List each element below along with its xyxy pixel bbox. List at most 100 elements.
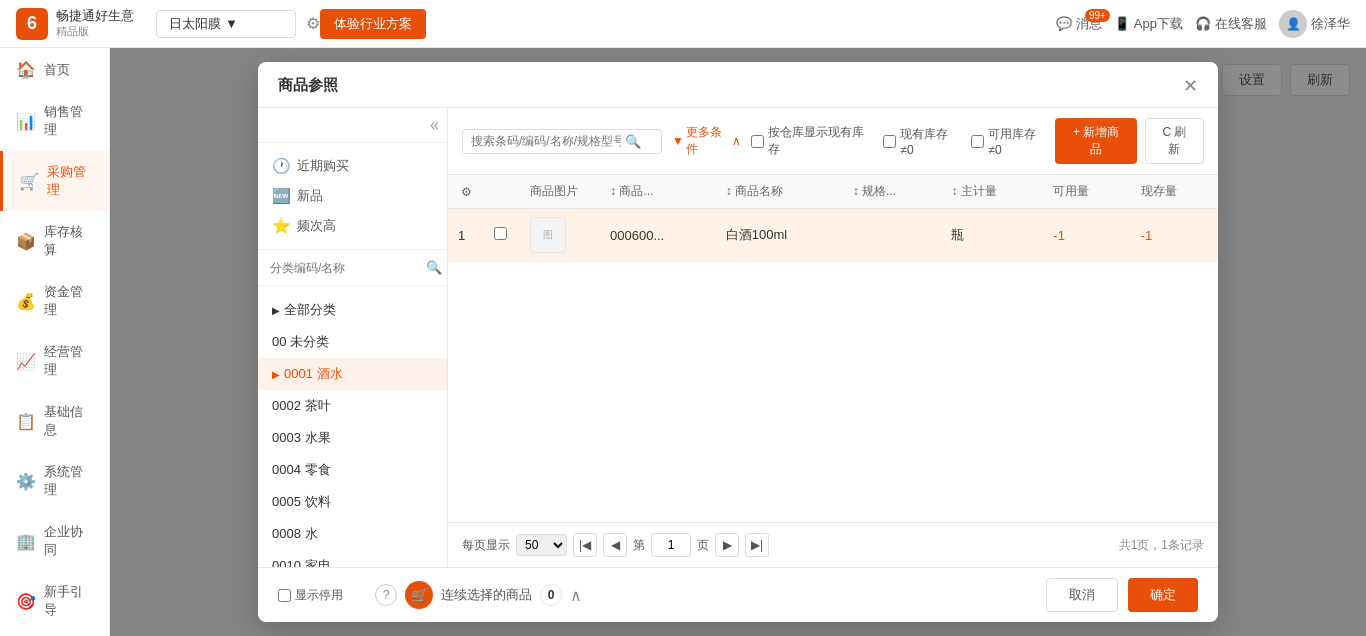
sidebar-item-basic[interactable]: 📋 基础信息 [0,391,109,451]
sidebar-item-operation[interactable]: 📈 经营管理 [0,331,109,391]
sidebar-item-purchase[interactable]: 🛒 采购管理 [0,151,109,211]
last-page-button[interactable]: ▶| [745,533,769,557]
warehouse-stock-check[interactable] [751,135,764,148]
filter-actions: + 新增商品 C 刷新 [1055,118,1204,164]
header-actions: 💬 消息 99+ 📱 App下载 🎧 在线客服 👤 徐泽华 [1056,10,1350,38]
table-body: 1 图 000600... 白酒100ml [448,209,1218,262]
cat-0008-label: 0008 水 [272,525,318,543]
sidebar-item-apps[interactable]: 📱 应用中心 [0,631,109,636]
sidebar-item-finance[interactable]: 💰 资金管理 [0,271,109,331]
sidebar-label-home: 首页 [44,61,70,79]
recent-purchase-filter[interactable]: 🕐 近期购买 [258,151,447,181]
th-image: 商品图片 [520,175,600,209]
available-stock-checkbox[interactable]: 可用库存≠0 [971,126,1045,157]
th-unit[interactable]: ↕ 主计量 [941,175,1043,209]
user-item[interactable]: 👤 徐泽华 [1279,10,1350,38]
filter-more-btn[interactable]: ▼ 更多条件 ∧ [672,124,741,158]
show-disabled-check[interactable] [278,589,291,602]
category-item-0005[interactable]: 0005 饮料 [258,486,447,518]
modal-body: « 🕐 近期购买 🆕 新品 ⭐ 频次高 [258,108,1218,567]
product-search-wrap: 🔍 [462,129,662,154]
collapse-button[interactable]: « [258,108,447,143]
page-size-label: 每页显示 [462,537,510,554]
th-check [484,175,520,209]
add-product-button[interactable]: + 新增商品 [1055,118,1137,164]
th-name[interactable]: ↕ 商品名称 [716,175,843,209]
gear-icon[interactable]: ⚙ [306,14,320,33]
sales-icon: 📊 [16,112,36,131]
message-icon-item[interactable]: 💬 消息 99+ [1056,15,1102,33]
sidebar-item-sales[interactable]: 📊 销售管理 [0,91,109,151]
table-row[interactable]: 1 图 000600... 白酒100ml [448,209,1218,262]
modal-overlay: 商品参照 ✕ « 🕐 近期购买 🆕 新品 [110,48,1366,636]
help-icon[interactable]: ? [375,584,397,606]
row-checkbox[interactable] [494,227,507,240]
page-unit: 页 [697,537,709,554]
first-page-button[interactable]: |◀ [573,533,597,557]
category-search-input[interactable] [270,261,420,275]
cat-0004-label: 0004 零食 [272,461,331,479]
sidebar-item-enterprise[interactable]: 🏢 企业协同 [0,511,109,571]
sidebar-item-inventory[interactable]: 📦 库存核算 [0,211,109,271]
category-item-00[interactable]: 00 未分类 [258,326,447,358]
show-disabled-label[interactable]: 显示停用 [278,587,343,604]
store-selector[interactable]: 日太阳膜 ▼ [156,10,296,38]
sidebar-label-inventory: 库存核算 [44,223,93,259]
cart-icon[interactable]: 🛒 [405,581,433,609]
new-label: 新品 [297,187,323,205]
cell-image: 图 [520,209,600,262]
filter-checkboxes: 按仓库显示现有库存 现有库存≠0 可用库存≠0 [751,124,1045,158]
all-categories-item[interactable]: ▶ 全部分类 [258,294,447,326]
current-stock-label: 现有库存≠0 [900,126,957,157]
page-size-select[interactable]: 50 10 20 100 [516,534,567,556]
th-settings[interactable]: ⚙ [448,175,484,209]
sidebar-item-guide[interactable]: 🎯 新手引导 [0,571,109,631]
cell-unit: 瓶 [941,209,1043,262]
sidebar-item-system[interactable]: ⚙️ 系统管理 [0,451,109,511]
recent-icon: 🕐 [272,157,291,175]
current-stock-check[interactable] [883,135,896,148]
warehouse-stock-label: 按仓库显示现有库存 [768,124,869,158]
product-table: ⚙ 商品图片 ↕ 商品... ↕ 商品名称 [448,175,1218,522]
sidebar-label-enterprise: 企业协同 [44,523,93,559]
pagination: 每页显示 50 10 20 100 |◀ ◀ 第 页 ▶ ▶| [448,522,1218,567]
category-item-0001[interactable]: ▶ 0001 酒水 [258,358,447,390]
cell-num: 1 [448,209,484,262]
trial-button[interactable]: 体验行业方案 [320,9,426,39]
cart-label: 连续选择的商品 [441,586,532,604]
new-product-filter[interactable]: 🆕 新品 [258,181,447,211]
modal-close-button[interactable]: ✕ [1183,77,1198,95]
high-freq-filter[interactable]: ⭐ 频次高 [258,211,447,241]
logo-icon: 6 [16,8,48,40]
refresh-button[interactable]: C 刷新 [1145,118,1204,164]
current-stock-checkbox[interactable]: 现有库存≠0 [883,126,957,157]
prev-page-button[interactable]: ◀ [603,533,627,557]
cart-collapse-icon[interactable]: ∧ [570,586,582,605]
available-stock-check[interactable] [971,135,984,148]
sidebar-label-guide: 新手引导 [44,583,93,619]
product-search-input[interactable] [471,134,621,148]
cell-check[interactable] [484,209,520,262]
cancel-button[interactable]: 取消 [1046,578,1118,612]
warehouse-stock-checkbox[interactable]: 按仓库显示现有库存 [751,124,869,158]
confirm-button[interactable]: 确定 [1128,578,1198,612]
category-item-0010[interactable]: 0010 家电 [258,550,447,567]
cell-available: -1 [1043,209,1130,262]
next-page-button[interactable]: ▶ [715,533,739,557]
th-spec[interactable]: ↕ 规格... [843,175,942,209]
category-item-0004[interactable]: 0004 零食 [258,454,447,486]
online-service-item[interactable]: 🎧 在线客服 [1195,15,1267,33]
category-item-0003[interactable]: 0003 水果 [258,422,447,454]
product-search-icon[interactable]: 🔍 [625,134,641,149]
basic-icon: 📋 [16,412,36,431]
cart-section: ? 🛒 连续选择的商品 0 ∧ [375,581,582,609]
modal-title: 商品参照 [278,76,338,95]
page-number-input[interactable] [651,533,691,557]
sidebar-item-home[interactable]: 🏠 首页 [0,48,109,91]
th-code[interactable]: ↕ 商品... [600,175,716,209]
category-search-icon[interactable]: 🔍 [426,260,442,275]
app-download-item[interactable]: 📱 App下载 [1114,15,1183,33]
category-item-0008[interactable]: 0008 水 [258,518,447,550]
operation-icon: 📈 [16,352,36,371]
category-item-0002[interactable]: 0002 茶叶 [258,390,447,422]
